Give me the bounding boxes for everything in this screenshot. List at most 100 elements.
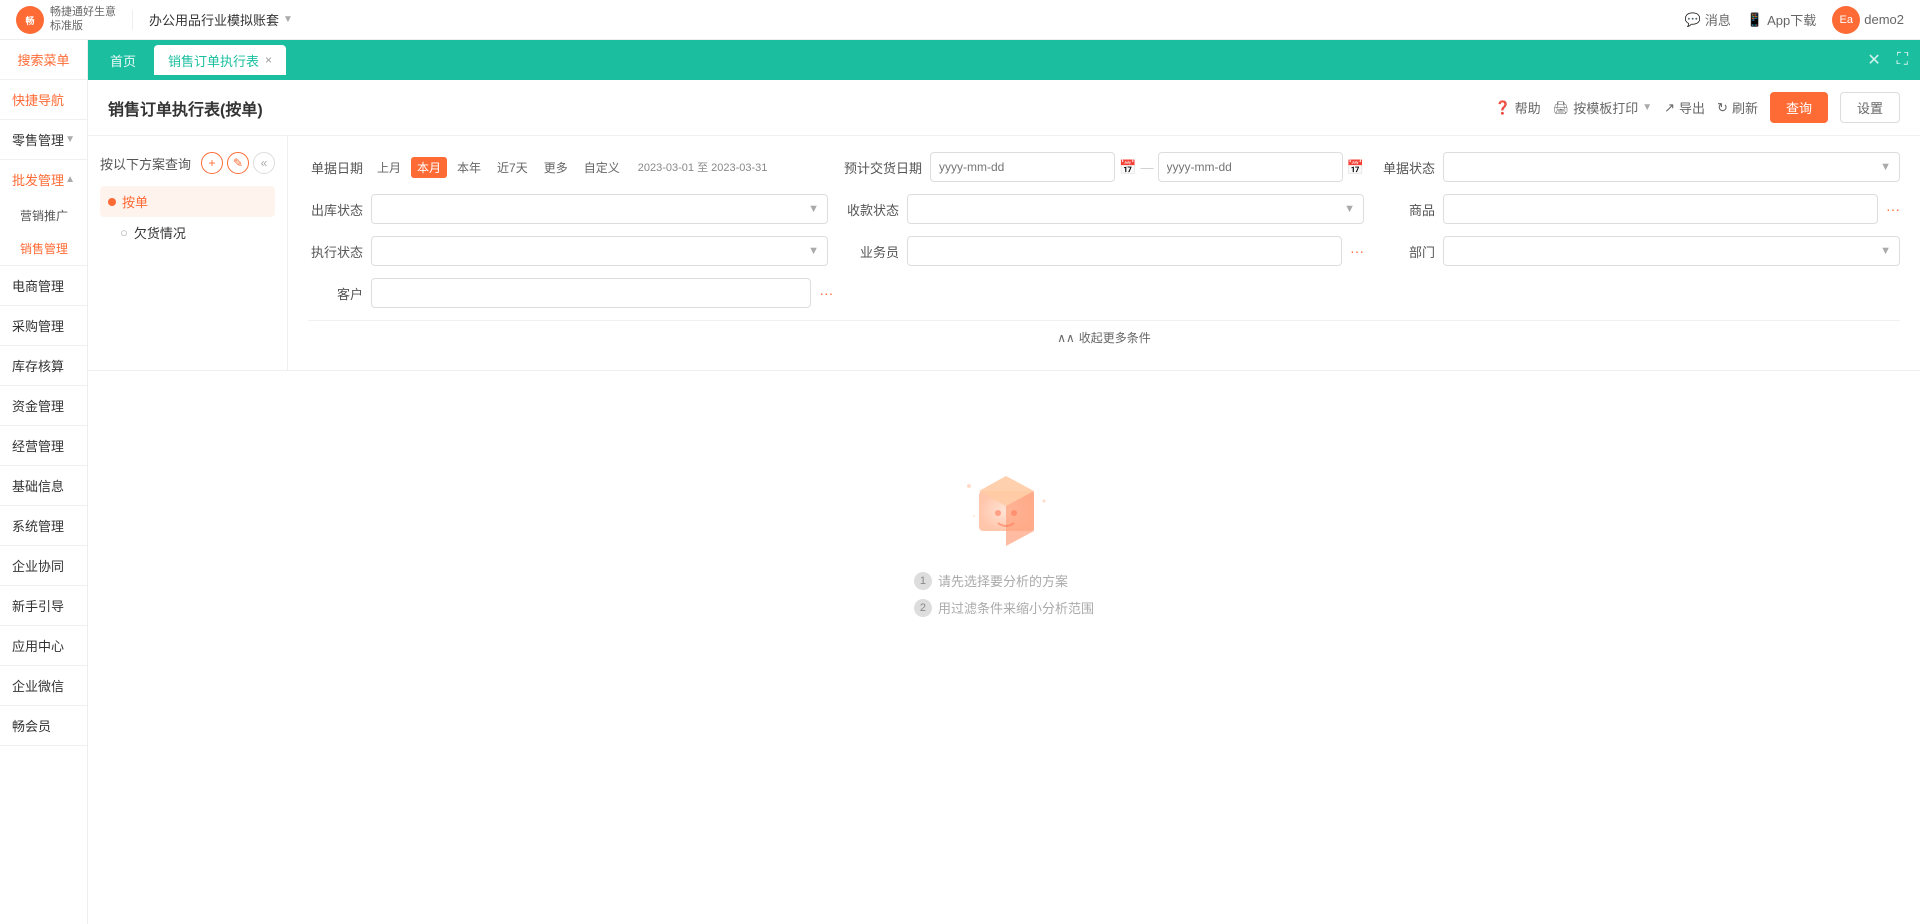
tab-bar: 首页 销售订单执行表 × ✕ ⛶ bbox=[88, 40, 1920, 80]
sidebar-search[interactable]: 搜索菜单 bbox=[0, 40, 87, 80]
outstock-chevron: ▼ bbox=[808, 203, 819, 215]
calendar-start-icon[interactable]: 📅 bbox=[1119, 159, 1136, 176]
sidebar-item-appcenter[interactable]: 应用中心 bbox=[0, 626, 87, 665]
tab-active[interactable]: 销售订单执行表 × bbox=[154, 45, 286, 75]
sidebar-item-retail[interactable]: 零售管理 ▼ bbox=[0, 120, 87, 159]
app-download-button[interactable]: 📱 App下载 bbox=[1747, 10, 1816, 29]
export-button[interactable]: ↗ 导出 bbox=[1664, 98, 1705, 117]
sidebar-item-ecom[interactable]: 电商管理 bbox=[0, 266, 87, 305]
scheme-item-order[interactable]: 按单 bbox=[100, 186, 275, 217]
sidebar-item-finance[interactable]: 资金管理 bbox=[0, 386, 87, 425]
exec-select[interactable]: ▼ bbox=[371, 236, 828, 266]
calendar-end-icon[interactable]: 📅 bbox=[1347, 159, 1364, 176]
filter-row-4: 客户 ··· bbox=[308, 278, 1900, 308]
sidebar-item-newbie[interactable]: 新手引导 bbox=[0, 586, 87, 625]
sidebar-item-corpwechat[interactable]: 企业微信 bbox=[0, 666, 87, 705]
filter-conditions: 单据日期 上月 本月 本年 近7天 更多 自定义 2023-03-01 至 20… bbox=[288, 136, 1920, 370]
message-button[interactable]: 💬 消息 bbox=[1685, 10, 1731, 29]
date-tab-custom[interactable]: 自定义 bbox=[578, 157, 626, 178]
date-tab-thismonth[interactable]: 本月 bbox=[411, 157, 447, 178]
empty-tip-1: 1 请先选择要分析的方案 bbox=[914, 571, 1094, 590]
payment-select[interactable]: ▼ bbox=[907, 194, 1364, 224]
empty-tip-2: 2 用过滤条件来缩小分析范围 bbox=[914, 598, 1094, 617]
tab-maximize-btn[interactable]: ⛶ bbox=[1893, 47, 1912, 73]
customer-dots[interactable]: ··· bbox=[819, 285, 833, 301]
sidebar: 搜索菜单 快捷导航 零售管理 ▼ 批发管理 ▲ 营销推广 销售管理 bbox=[0, 40, 88, 924]
sidebar-item-operation[interactable]: 经营管理 bbox=[0, 426, 87, 465]
svg-text:畅: 畅 bbox=[25, 15, 34, 26]
sidebar-sub-marketing[interactable]: 营销推广 bbox=[0, 199, 87, 232]
field-outstock: 出库状态 ▼ bbox=[308, 194, 828, 224]
tab-close-window-btn[interactable]: ✕ bbox=[1863, 46, 1884, 74]
scheme-item-debt[interactable]: ○ 欠货情况 bbox=[100, 217, 275, 248]
filter-scheme-panel: 按以下方案查询 + ✎ « 按单 ○ bbox=[88, 136, 288, 370]
status-select[interactable]: ▼ bbox=[1443, 152, 1900, 182]
page-inner: 销售订单执行表(按单) ❓ 帮助 🖨 按模板打印 ▼ ↗ bbox=[88, 80, 1920, 924]
page-header: 销售订单执行表(按单) ❓ 帮助 🖨 按模板打印 ▼ ↗ bbox=[88, 80, 1920, 136]
company-selector[interactable]: 办公用品行业模拟账套 ▼ bbox=[149, 10, 293, 29]
user-profile[interactable]: Ea demo2 bbox=[1832, 6, 1904, 34]
filter-panel: 按以下方案查询 + ✎ « 按单 ○ bbox=[88, 136, 1920, 371]
salesman-label: 业务员 bbox=[844, 242, 899, 261]
query-button[interactable]: 查询 bbox=[1770, 92, 1828, 123]
collapse-button[interactable]: ∧∧ 收起更多条件 bbox=[308, 320, 1900, 354]
page-actions: ❓ 帮助 🖨 按模板打印 ▼ ↗ 导出 ↻ bbox=[1494, 92, 1900, 123]
product-dots[interactable]: ··· bbox=[1886, 201, 1900, 217]
logo-icon: 畅 bbox=[16, 6, 44, 34]
product-input[interactable] bbox=[1443, 194, 1878, 224]
collapse-icon: ∧∧ bbox=[1057, 331, 1075, 345]
collapse-scheme-button[interactable]: « bbox=[253, 152, 275, 174]
date-divider: — bbox=[1141, 160, 1154, 175]
sidebar-item-inventory[interactable]: 库存核算 bbox=[0, 346, 87, 385]
sidebar-group-finance: 资金管理 bbox=[0, 386, 87, 426]
date-tabs: 上月 本月 本年 近7天 更多 自定义 bbox=[371, 157, 626, 178]
outstock-label: 出库状态 bbox=[308, 200, 363, 219]
date-tab-lastmonth[interactable]: 上月 bbox=[371, 157, 407, 178]
sidebar-item-system[interactable]: 系统管理 bbox=[0, 506, 87, 545]
sidebar-item-member[interactable]: 畅会员 bbox=[0, 706, 87, 745]
chevron-icon: ▲ bbox=[65, 174, 75, 185]
customer-input[interactable] bbox=[371, 278, 811, 308]
salesman-dots[interactable]: ··· bbox=[1350, 243, 1364, 259]
settings-button[interactable]: 设置 bbox=[1840, 92, 1900, 123]
add-scheme-button[interactable]: + bbox=[201, 152, 223, 174]
salesman-input[interactable] bbox=[907, 236, 1342, 266]
export-icon: ↗ bbox=[1664, 100, 1675, 116]
message-icon: 💬 bbox=[1685, 12, 1701, 28]
header-left: 畅 畅捷通好生意 标准版 办公用品行业模拟账套 ▼ bbox=[16, 6, 293, 34]
tab-home[interactable]: 首页 bbox=[96, 45, 150, 75]
refresh-button[interactable]: ↻ 刷新 bbox=[1717, 98, 1758, 117]
tab-close-button[interactable]: × bbox=[265, 53, 272, 67]
field-predict-date: 预计交货日期 📅 — 📅 bbox=[844, 152, 1364, 182]
product-label: 商品 bbox=[1380, 200, 1435, 219]
filter-row-1: 单据日期 上月 本月 本年 近7天 更多 自定义 2023-03-01 至 20… bbox=[308, 152, 1900, 182]
date-tab-thisyear[interactable]: 本年 bbox=[451, 157, 487, 178]
sidebar-item-wholesale[interactable]: 批发管理 ▲ bbox=[0, 160, 87, 199]
dept-label: 部门 bbox=[1380, 242, 1435, 261]
tip-num-2: 2 bbox=[914, 599, 932, 617]
print-button[interactable]: 🖨 按模板打印 ▼ bbox=[1553, 98, 1652, 117]
sidebar-group-newbie: 新手引导 bbox=[0, 586, 87, 626]
customer-label: 客户 bbox=[308, 284, 363, 303]
outstock-select[interactable]: ▼ bbox=[371, 194, 828, 224]
predict-date-start[interactable] bbox=[930, 152, 1115, 182]
help-button[interactable]: ❓ 帮助 bbox=[1494, 98, 1540, 117]
sidebar-item-quick-nav[interactable]: 快捷导航 bbox=[0, 80, 87, 120]
scheme-dot bbox=[108, 198, 116, 206]
refresh-icon: ↻ bbox=[1717, 100, 1728, 116]
avatar: Ea bbox=[1832, 6, 1860, 34]
date-tab-more[interactable]: 更多 bbox=[538, 157, 574, 178]
edit-scheme-button[interactable]: ✎ bbox=[227, 152, 249, 174]
predict-date-end[interactable] bbox=[1158, 152, 1343, 182]
sidebar-item-basic[interactable]: 基础信息 bbox=[0, 466, 87, 505]
date-tab-7days[interactable]: 近7天 bbox=[491, 157, 534, 178]
logo-text: 畅捷通好生意 标准版 bbox=[50, 6, 116, 32]
top-header: 畅 畅捷通好生意 标准版 办公用品行业模拟账套 ▼ 💬 消息 📱 App下载 E… bbox=[0, 0, 1920, 40]
sidebar-item-enterprise[interactable]: 企业协同 bbox=[0, 546, 87, 585]
sidebar-item-purchase[interactable]: 采购管理 bbox=[0, 306, 87, 345]
tab-bar-right: ✕ ⛶ bbox=[1863, 46, 1912, 74]
dept-select[interactable]: ▼ bbox=[1443, 236, 1900, 266]
help-icon: ❓ bbox=[1494, 100, 1510, 116]
sidebar-sub-sales[interactable]: 销售管理 bbox=[0, 232, 87, 265]
dept-chevron: ▼ bbox=[1880, 245, 1891, 257]
